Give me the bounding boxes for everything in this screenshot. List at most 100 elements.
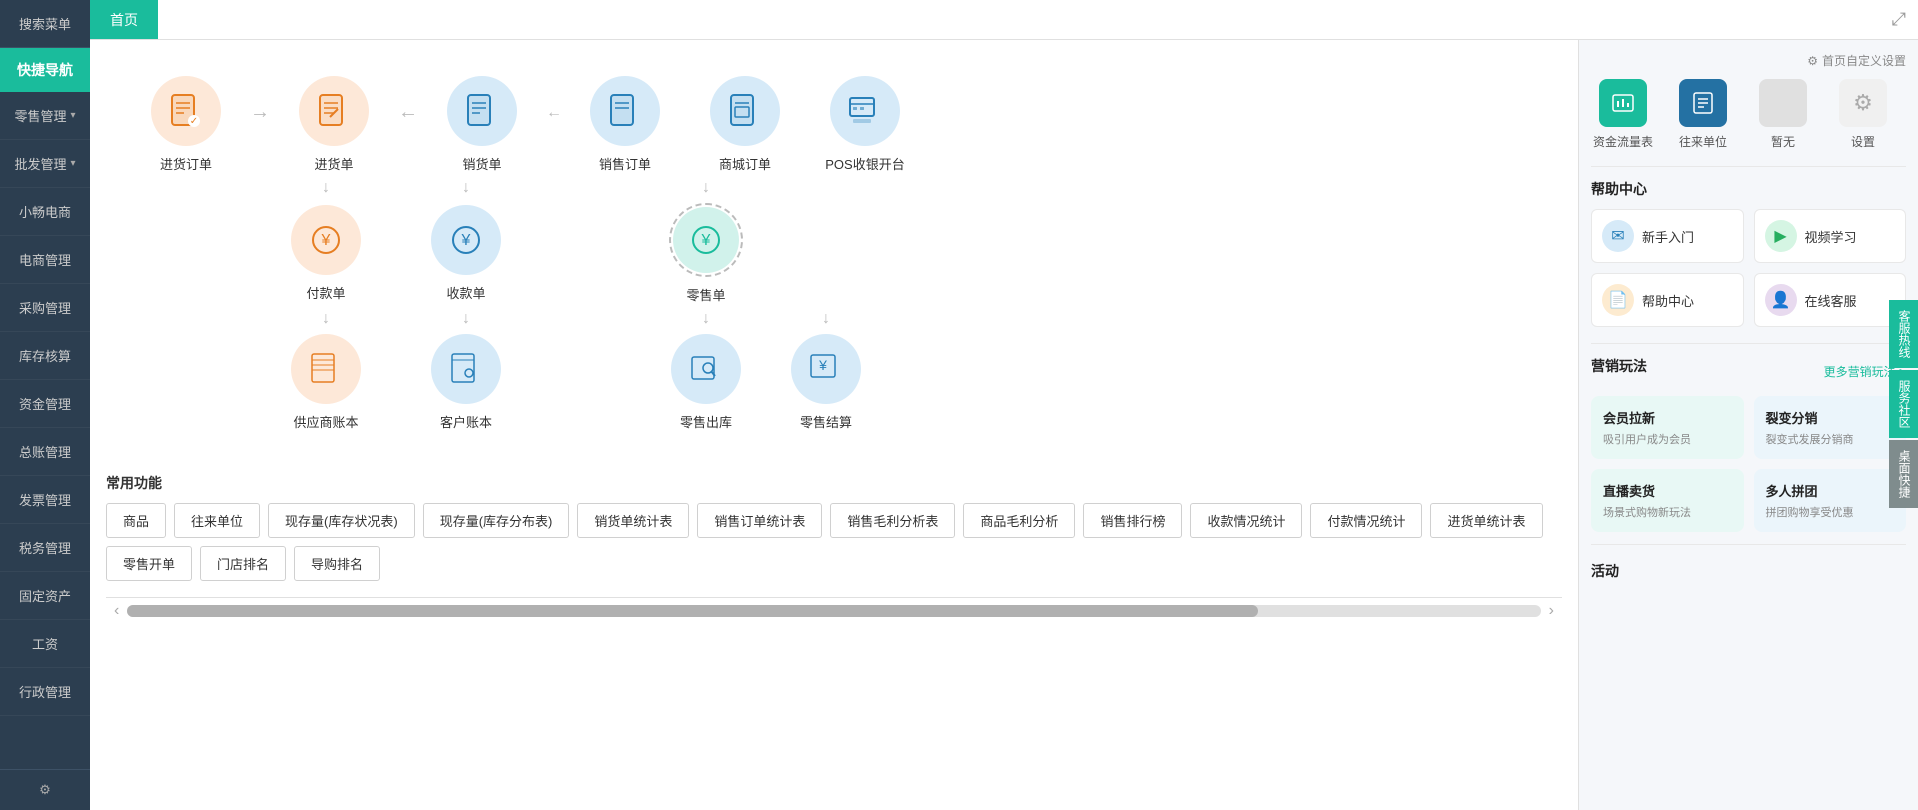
common-functions: 常用功能 商品往来单位现存量(库存状况表)现存量(库存分布表)销货单统计表销售订… — [106, 473, 1562, 581]
sidebar-nav-label: 快捷导航 — [0, 48, 90, 92]
common-function-button[interactable]: 商品 — [106, 503, 166, 538]
arrow-down-icon: ↓ — [822, 310, 830, 328]
common-function-button[interactable]: 现存量(库存分布表) — [423, 503, 570, 538]
sidebar-item-purchase[interactable]: 采购管理 — [0, 284, 90, 332]
common-function-button[interactable]: 进货单统计表 — [1430, 503, 1542, 538]
common-function-button[interactable]: 门店排名 — [200, 546, 286, 581]
sidebar-item-finance[interactable]: 资金管理 — [0, 380, 90, 428]
arrow-down-icon: ↓ — [702, 179, 710, 197]
svg-text:✓: ✓ — [190, 116, 198, 127]
float-btn-desktop[interactable]: 桌面快捷 — [1889, 440, 1918, 508]
sidebar-item-admin[interactable]: 行政管理 — [0, 668, 90, 716]
flow-node-mall-order[interactable]: 商城订单 — [685, 76, 805, 173]
expand-button[interactable]: ⤢ — [1880, 1, 1918, 38]
help-item-center[interactable]: 📄 帮助中心 — [1591, 273, 1744, 327]
activity-title: 活动 — [1591, 561, 1906, 581]
flow-node-payment[interactable]: ¥ 付款单 — [266, 205, 386, 302]
flow-node-pos-cashier[interactable]: POS收银开台 — [805, 76, 925, 173]
help-center-title: 帮助中心 — [1591, 179, 1906, 199]
sidebar: 搜索菜单 快捷导航 零售管理 ▾ 批发管理 ▾ 小畅电商 电商管理 采购管理 库… — [0, 0, 90, 810]
content-split: ✓ 进货订单 → 进货单 — [90, 40, 1918, 810]
quick-icon-empty[interactable]: 暂无 — [1751, 79, 1815, 150]
marketing-grid: 会员拉新 吸引用户成为会员 裂变分销 裂变式发展分销商 直播卖货 场景式购物新玩… — [1591, 396, 1906, 532]
sidebar-item-fixed-assets[interactable]: 固定资产 — [0, 572, 90, 620]
sidebar-item-wholesale[interactable]: 批发管理 ▾ — [0, 140, 90, 188]
quick-icon-contacts[interactable]: 往来单位 — [1671, 79, 1735, 150]
sidebar-item-payroll[interactable]: 工资 — [0, 620, 90, 668]
gear-icon: ⚙ — [1807, 54, 1818, 68]
sidebar-settings-button[interactable]: ⚙ — [0, 769, 90, 810]
svg-text:¥: ¥ — [701, 232, 711, 249]
arrow-down-icon: ↓ — [462, 310, 470, 328]
flow-node-supplier-account[interactable]: 供应商账本 — [266, 334, 386, 431]
gear-icon: ⚙ — [39, 782, 51, 798]
flow-node-customer-account[interactable]: 客户账本 — [406, 334, 526, 431]
float-btn-support[interactable]: 客服热线 — [1889, 300, 1918, 368]
arrow-down-icon: ↓ — [462, 179, 470, 197]
flow-diagram: ✓ 进货订单 → 进货单 — [106, 56, 1562, 457]
sidebar-item-ledger[interactable]: 总账管理 — [0, 428, 90, 476]
float-buttons: 客服热线 服务社区 桌面快捷 — [1889, 300, 1918, 510]
common-function-button[interactable]: 销售订单统计表 — [697, 503, 822, 538]
arrow-icon: → — [250, 101, 270, 148]
sidebar-item-ecom-mgmt[interactable]: 电商管理 — [0, 236, 90, 284]
tab-home[interactable]: 首页 — [90, 0, 158, 39]
common-function-button[interactable]: 销货单统计表 — [577, 503, 689, 538]
flow-node-receipt[interactable]: ¥ 收款单 — [406, 205, 526, 302]
sidebar-item-ecommerce[interactable]: 小畅电商 — [0, 188, 90, 236]
help-item-video[interactable]: ▶ 视频学习 — [1754, 209, 1907, 263]
marketing-card-fission[interactable]: 裂变分销 裂变式发展分销商 — [1754, 396, 1907, 459]
common-functions-grid: 商品往来单位现存量(库存状况表)现存量(库存分布表)销货单统计表销售订单统计表销… — [106, 503, 1562, 581]
sidebar-item-retail[interactable]: 零售管理 ▾ — [0, 92, 90, 140]
float-btn-community[interactable]: 服务社区 — [1889, 370, 1918, 438]
common-function-button[interactable]: 现存量(库存状况表) — [268, 503, 415, 538]
svg-text:¥: ¥ — [461, 232, 471, 249]
common-function-button[interactable]: 收款情况统计 — [1190, 503, 1302, 538]
common-function-button[interactable]: 零售开单 — [106, 546, 192, 581]
scroll-track[interactable] — [127, 605, 1540, 617]
quick-icons: 资金流量表 往来单位 暂无 ⚙ — [1591, 79, 1906, 150]
quick-icon-cashflow[interactable]: 资金流量表 — [1591, 79, 1655, 150]
svg-text:¥: ¥ — [818, 357, 827, 373]
flow-node-retail-outbound[interactable]: 零售出库 — [646, 334, 766, 431]
chevron-down-icon: ▾ — [70, 158, 75, 169]
common-function-button[interactable]: 导购排名 — [294, 546, 380, 581]
help-item-beginner[interactable]: ✉ 新手入门 — [1591, 209, 1744, 263]
sidebar-item-invoice[interactable]: 发票管理 — [0, 476, 90, 524]
common-function-button[interactable]: 往来单位 — [174, 503, 260, 538]
left-panel: ✓ 进货订单 → 进货单 — [90, 40, 1578, 810]
flow-node-purchase-order[interactable]: ✓ 进货订单 — [126, 76, 246, 173]
flow-node-purchase-bill[interactable]: 进货单 — [274, 76, 394, 173]
flow-node-sales-bill[interactable]: 销货单 — [422, 76, 542, 173]
tab-bar: 首页 ⤢ — [90, 0, 1918, 40]
help-item-support[interactable]: 👤 在线客服 — [1754, 273, 1907, 327]
arrow-down-icon: ↓ — [322, 179, 330, 197]
divider — [1591, 343, 1906, 344]
common-function-button[interactable]: 商品毛利分析 — [963, 503, 1075, 538]
common-function-button[interactable]: 付款情况统计 — [1310, 503, 1422, 538]
gear-icon: ⚙ — [1853, 90, 1873, 116]
common-functions-title: 常用功能 — [106, 473, 1562, 493]
customize-settings-button[interactable]: ⚙ 首页自定义设置 — [1591, 52, 1906, 69]
sidebar-search[interactable]: 搜索菜单 — [0, 0, 90, 48]
marketing-card-livestream[interactable]: 直播卖货 场景式购物新玩法 — [1591, 469, 1744, 532]
quick-icon-settings[interactable]: ⚙ 设置 — [1831, 79, 1895, 150]
scroll-right-button[interactable]: › — [1549, 602, 1554, 620]
common-function-button[interactable]: 销售排行榜 — [1083, 503, 1182, 538]
marketing-card-member[interactable]: 会员拉新 吸引用户成为会员 — [1591, 396, 1744, 459]
marketing-card-groupbuy[interactable]: 多人拼团 拼团购物享受优惠 — [1754, 469, 1907, 532]
sidebar-item-inventory[interactable]: 库存核算 — [0, 332, 90, 380]
sidebar-item-tax[interactable]: 税务管理 — [0, 524, 90, 572]
scroll-bar: ‹ › — [106, 597, 1562, 624]
flow-node-sales-order[interactable]: 销售订单 — [565, 76, 685, 173]
flow-node-retail-settlement[interactable]: ¥ 零售结算 — [766, 334, 886, 431]
marketing-header: 营销玩法 更多营销玩法 > — [1591, 356, 1906, 386]
divider — [1591, 544, 1906, 545]
scroll-left-button[interactable]: ‹ — [114, 602, 119, 620]
arrow-down-icon: ↓ — [322, 310, 330, 328]
marketing-title: 营销玩法 — [1591, 356, 1647, 376]
right-panel: ⚙ 首页自定义设置 资金流量表 往来单位 — [1578, 40, 1918, 810]
common-function-button[interactable]: 销售毛利分析表 — [830, 503, 955, 538]
divider — [1591, 166, 1906, 167]
main-area: 首页 ⤢ ✓ 进货订单 — [90, 0, 1918, 810]
